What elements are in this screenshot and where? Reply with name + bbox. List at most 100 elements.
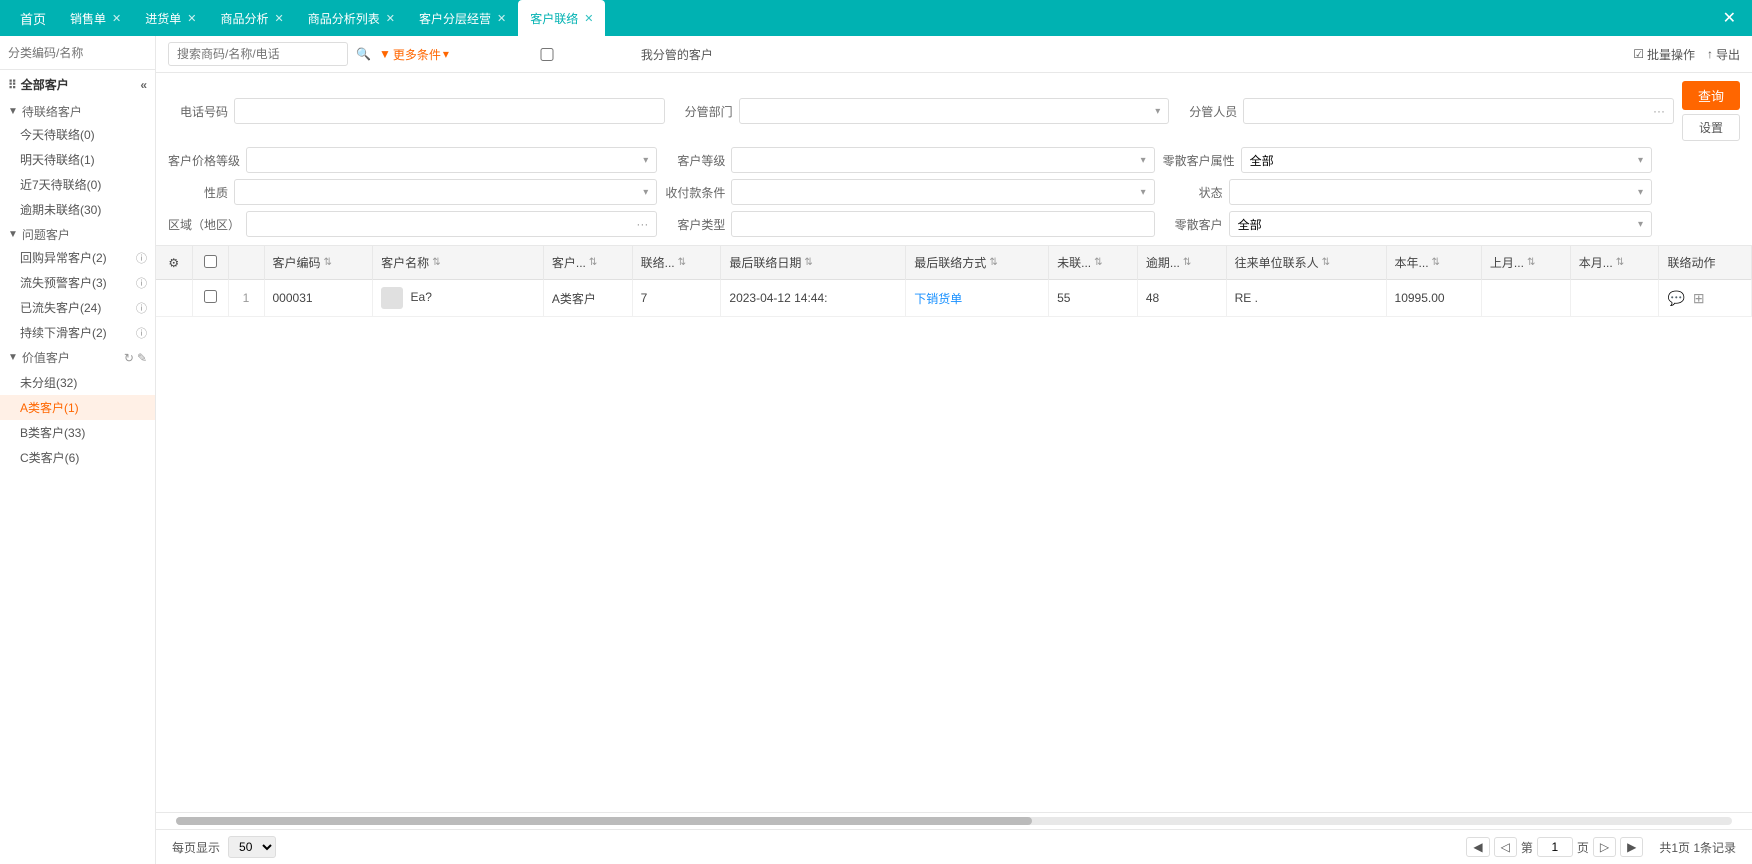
region-input[interactable]: ··· — [246, 211, 657, 237]
th-code[interactable]: 客户编码 ⇅ — [264, 246, 373, 280]
sidebar-item-overdue[interactable]: 逾期未联络(30) — [0, 197, 155, 222]
th-overdue[interactable]: 逾期... ⇅ — [1137, 246, 1226, 280]
nav-tab-purchase[interactable]: 进货单 ✕ — [133, 0, 208, 36]
batch-op-button[interactable]: ☑ 批量操作 — [1633, 46, 1695, 63]
last-page-button[interactable]: ▶ — [1620, 837, 1643, 857]
select-all-checkbox[interactable] — [204, 255, 217, 268]
first-page-button[interactable]: ◀ — [1466, 837, 1489, 857]
query-button[interactable]: 查询 — [1682, 81, 1740, 110]
sidebar-group-value[interactable]: ▼ 价值客户 ↻ ✎ — [0, 345, 155, 370]
sidebar-item-class-a[interactable]: A类客户(1) — [0, 395, 155, 420]
sidebar-item-today[interactable]: 今天待联络(0) — [0, 122, 155, 147]
filter-row-2: 客户价格等级 ▾ 客户等级 ▾ 零散客户属性 全部 — [168, 147, 1740, 173]
qr-icon[interactable]: ⊞ — [1693, 290, 1705, 307]
sidebar-search-input[interactable] — [8, 46, 156, 60]
page-input[interactable] — [1537, 837, 1573, 857]
price-chevron: ▾ — [643, 155, 648, 166]
settings-button[interactable]: 设置 — [1682, 114, 1740, 141]
row-name: Ea? — [373, 280, 544, 317]
close-analysis-tab[interactable]: ✕ — [275, 12, 284, 25]
th-unit-contact[interactable]: 往来单位联系人 ⇅ — [1226, 246, 1386, 280]
retail-customer-input[interactable]: 全部 ▾ — [1229, 211, 1652, 237]
sidebar-item-declining[interactable]: 持续下滑客户(2) ⓘ — [0, 320, 155, 345]
close-sales-tab[interactable]: ✕ — [112, 12, 121, 25]
close-segment-tab[interactable]: ✕ — [497, 12, 506, 25]
table-row: 1 000031 Ea? A类客户 7 2023-04-12 14:44: 下销… — [156, 280, 1752, 317]
sidebar-item-class-c[interactable]: C类客户(6) — [0, 445, 155, 470]
th-last-month[interactable]: 上月... ⇅ — [1481, 246, 1570, 280]
sort-unpaid-icon: ⇅ — [1094, 257, 1102, 268]
sidebar-item-repeat-anomaly[interactable]: 回购异常客户(2) ⓘ — [0, 245, 155, 270]
status-chevron: ▾ — [1638, 187, 1643, 198]
row-code: 000031 — [264, 280, 373, 317]
sort-method-icon: ⇅ — [989, 257, 997, 268]
field-manager: 分管人员 ··· — [1177, 98, 1674, 124]
page-size-select[interactable]: 50 — [228, 836, 276, 858]
sidebar-item-churned[interactable]: 已流失客户(24) ⓘ — [0, 295, 155, 320]
filter-row-3: 性质 ▾ 收付款条件 ▾ 状态 — [168, 179, 1740, 205]
sidebar-item-churn-warning[interactable]: 流失预警客户(3) ⓘ — [0, 270, 155, 295]
my-customers-check[interactable] — [457, 48, 637, 61]
field-retail-attr: 零散客户属性 全部 ▾ — [1163, 147, 1652, 173]
search-input[interactable] — [168, 42, 348, 66]
customer-type-input[interactable] — [731, 211, 1154, 237]
window-close-button[interactable]: ✕ — [1715, 8, 1744, 28]
close-analysis-list-tab[interactable]: ✕ — [386, 12, 395, 25]
filter-search-icon[interactable]: 🔍 — [356, 47, 371, 61]
sidebar-all-customers[interactable]: ⠿ 全部客户 « — [0, 70, 155, 99]
adv-filter-panel: 电话号码 分管部门 ▾ 分管人员 ··· — [156, 73, 1752, 246]
edit-icon[interactable]: ✎ — [137, 351, 147, 365]
refresh-icon[interactable]: ↻ — [124, 351, 134, 365]
nature-input[interactable]: ▾ — [234, 179, 657, 205]
table-area: ⚙ 客户编码 ⇅ 客户名称 — [156, 246, 1752, 812]
export-button[interactable]: ↑ 导出 — [1707, 46, 1740, 63]
nav-tab-customer-segment[interactable]: 客户分层经营 ✕ — [407, 0, 518, 36]
th-last-date[interactable]: 最后联络日期 ⇅ — [721, 246, 906, 280]
th-last-method[interactable]: 最后联络方式 ⇅ — [906, 246, 1049, 280]
nav-tab-sales[interactable]: 销售单 ✕ — [58, 0, 133, 36]
th-year[interactable]: 本年... ⇅ — [1386, 246, 1481, 280]
nav-home[interactable]: 首页 — [8, 0, 58, 36]
manager-input[interactable]: ··· — [1243, 98, 1674, 124]
sidebar-item-tomorrow[interactable]: 明天待联络(1) — [0, 147, 155, 172]
phone-input[interactable] — [234, 98, 665, 124]
dept-input[interactable]: ▾ — [739, 98, 1170, 124]
payment-input[interactable]: ▾ — [731, 179, 1154, 205]
th-contacts[interactable]: 联络... ⇅ — [632, 246, 721, 280]
th-this-month[interactable]: 本月... ⇅ — [1570, 246, 1659, 280]
retail-attr-input[interactable]: 全部 ▾ — [1241, 147, 1652, 173]
sidebar-item-class-b[interactable]: B类客户(33) — [0, 420, 155, 445]
row-last-date: 2023-04-12 14:44: — [721, 280, 906, 317]
sidebar-item-unclassified[interactable]: 未分组(32) — [0, 370, 155, 395]
next-page-button[interactable]: ▷ — [1593, 837, 1616, 857]
collapse-icon[interactable]: « — [140, 78, 147, 92]
th-name[interactable]: 客户名称 ⇅ — [373, 246, 544, 280]
close-contact-tab[interactable]: ✕ — [584, 12, 593, 25]
nav-tab-analysis[interactable]: 商品分析 ✕ — [208, 0, 295, 36]
scrollbar-thumb[interactable] — [176, 817, 1032, 825]
status-input[interactable]: ▾ — [1229, 179, 1652, 205]
row-last-method[interactable]: 下销货单 — [906, 280, 1049, 317]
info-icon-2: ⓘ — [136, 275, 147, 291]
th-settings[interactable]: ⚙ — [156, 246, 192, 280]
sidebar-item-7days[interactable]: 近7天待联络(0) — [0, 172, 155, 197]
customer-level-input[interactable]: ▾ — [731, 147, 1154, 173]
row-check[interactable] — [204, 290, 217, 303]
chat-icon[interactable]: 💬 — [1667, 290, 1684, 307]
sidebar-group-pending[interactable]: ▼ 待联络客户 — [0, 99, 155, 122]
sidebar-group-problem[interactable]: ▼ 问题客户 — [0, 222, 155, 245]
price-level-input[interactable]: ▾ — [246, 147, 657, 173]
th-category[interactable]: 客户... ⇅ — [543, 246, 632, 280]
prev-page-button[interactable]: ◁ — [1494, 837, 1517, 857]
triangle-icon-3: ▼ — [8, 352, 18, 363]
page-size-label: 每页显示 — [172, 839, 220, 856]
th-unpaid[interactable]: 未联... ⇅ — [1049, 246, 1138, 280]
nav-tab-customer-contact[interactable]: 客户联络 ✕ — [518, 0, 605, 36]
nav-tab-analysis-list[interactable]: 商品分析列表 ✕ — [296, 0, 407, 36]
sort-cat-icon: ⇅ — [589, 257, 597, 268]
scrollbar-track[interactable] — [176, 817, 1732, 825]
close-purchase-tab[interactable]: ✕ — [187, 12, 196, 25]
my-customers-checkbox[interactable]: 我分管的客户 — [457, 46, 713, 63]
horizontal-scrollbar[interactable] — [156, 812, 1752, 829]
more-filter-button[interactable]: ▼ 更多条件 ▾ — [379, 46, 449, 63]
